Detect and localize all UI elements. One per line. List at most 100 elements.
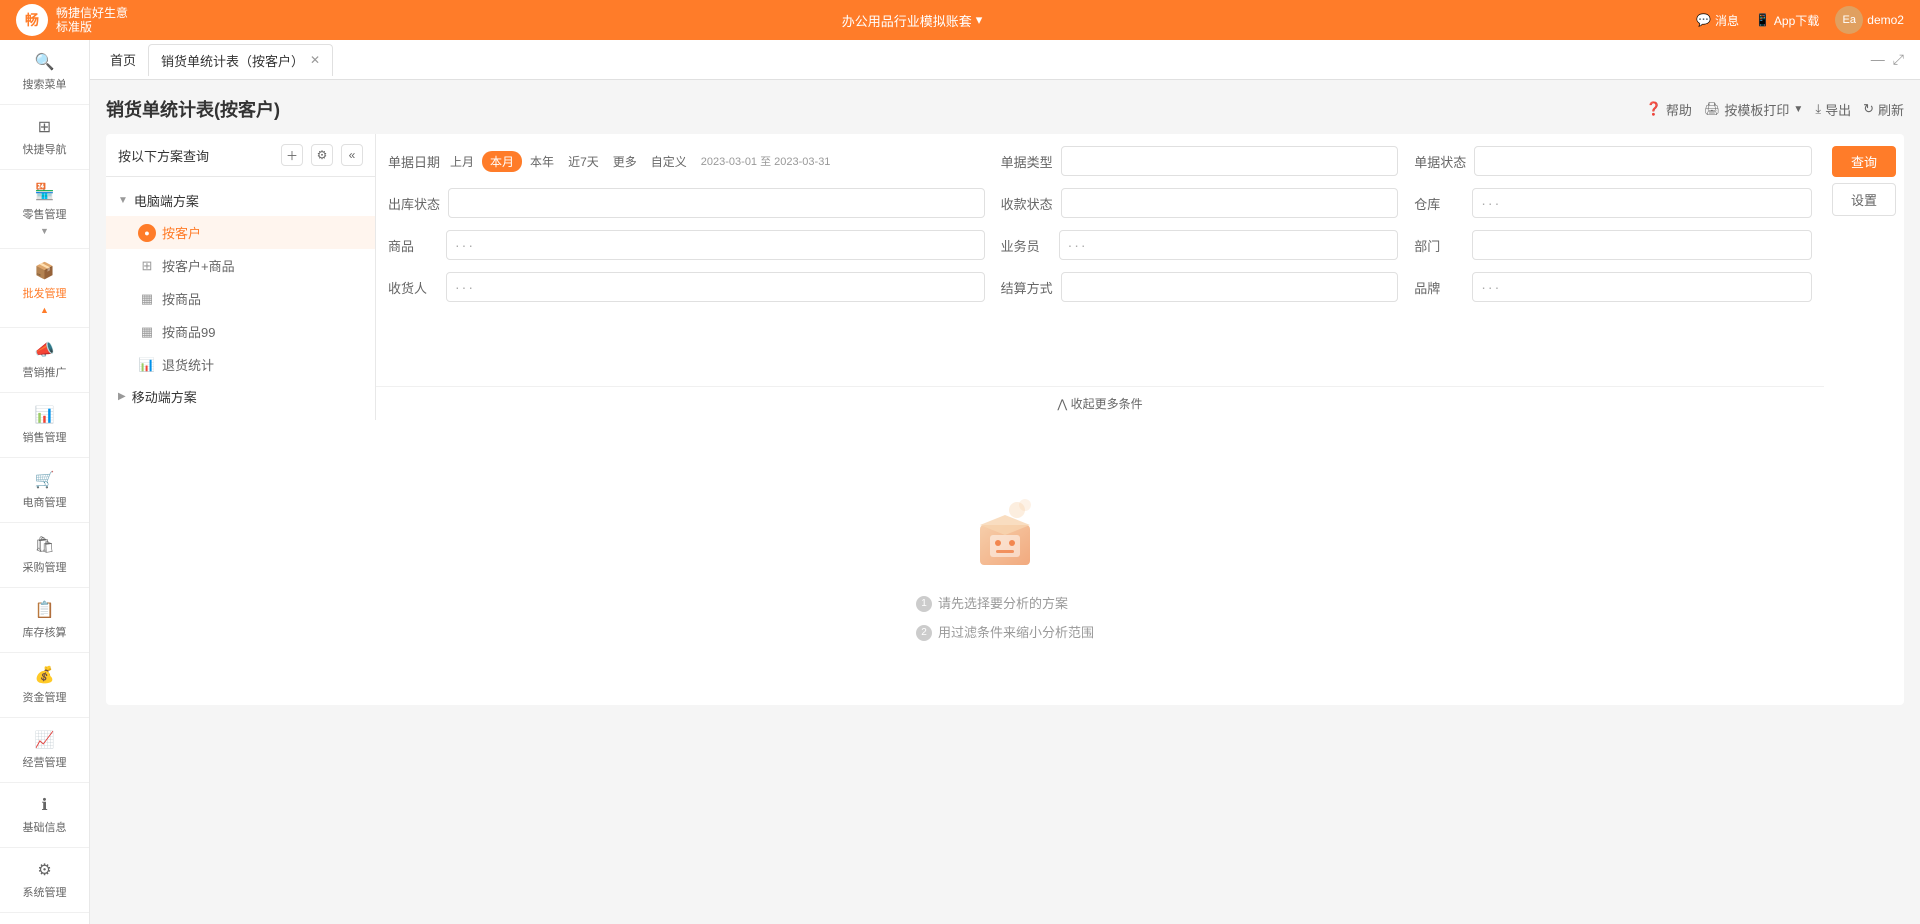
tip-number-1: 1 xyxy=(916,596,932,612)
chevron-down-icon: ▼ xyxy=(40,226,49,236)
tab-bar: 首页 销货单统计表（按客户） ✕ — ⤢ xyxy=(90,40,1920,80)
tree-item-return-stats[interactable]: 📊 退货统计 xyxy=(106,348,375,381)
date-opt-last-month[interactable]: 上月 xyxy=(444,151,480,172)
date-opt-this-month[interactable]: 本月 xyxy=(482,151,522,172)
sidebar-item-ecommerce[interactable]: 🛒 电商管理 xyxy=(0,458,89,523)
query-button[interactable]: 查询 xyxy=(1832,146,1896,177)
sidebar: 🔍 搜索菜单 ⊞ 快捷导航 🏪 零售管理 ▼ 📦 批发管理 ▲ 📣 营销推广 xyxy=(0,40,90,924)
recipient-label: 收货人 xyxy=(388,278,438,297)
sidebar-item-inventory[interactable]: 📋 库存核算 xyxy=(0,588,89,653)
tree-group-desktop[interactable]: ▼ 电脑端方案 xyxy=(106,185,375,216)
collapse-panel-button[interactable]: « xyxy=(341,144,363,166)
department-label: 部门 xyxy=(1414,236,1464,255)
tree-item-by-customer[interactable]: ● 按客户 xyxy=(106,216,375,249)
sidebar-item-operations[interactable]: 📈 经营管理 xyxy=(0,718,89,783)
collapse-more-button[interactable]: ⋀ 收起更多条件 xyxy=(376,386,1824,420)
help-icon: ❓ xyxy=(1646,101,1662,117)
chart-icon: 📊 xyxy=(138,356,156,374)
delivery-select[interactable] xyxy=(448,188,985,218)
system-icon: ⚙ xyxy=(37,860,51,880)
recipient-input[interactable]: ··· xyxy=(446,272,985,302)
print-icon: 🖨 xyxy=(1704,101,1721,117)
print-button[interactable]: 🖨 按模板打印 ▼ xyxy=(1704,100,1803,119)
department-select[interactable] xyxy=(1472,230,1812,260)
left-panel-title: 按以下方案查询 xyxy=(118,146,209,165)
refresh-icon: ↻ xyxy=(1863,101,1874,117)
basic-icon: ℹ xyxy=(41,795,47,815)
sales-icon: 📊 xyxy=(35,405,55,425)
date-opt-last7days[interactable]: 近7天 xyxy=(562,151,605,172)
sidebar-item-marketing[interactable]: 📣 营销推广 xyxy=(0,328,89,393)
brand-input[interactable]: ··· xyxy=(1472,272,1812,302)
brand-label: 品牌 xyxy=(1414,278,1464,297)
sidebar-item-basic[interactable]: ℹ 基础信息 xyxy=(0,783,89,848)
table-icon: ▦ xyxy=(138,290,156,308)
search-icon: 🔍 xyxy=(35,52,55,72)
collapse-icon: ⋀ xyxy=(1057,397,1067,411)
salesperson-input[interactable]: ··· xyxy=(1059,230,1399,260)
add-scheme-button[interactable]: ＋ xyxy=(281,144,303,166)
logo-icon: 畅 xyxy=(16,4,48,36)
date-opt-custom[interactable]: 自定义 xyxy=(645,151,693,172)
export-icon: ⤓ xyxy=(1815,101,1821,117)
sidebar-item-shortcut[interactable]: ⊞ 快捷导航 xyxy=(0,105,89,170)
logo-text: 畅捷信好生意 标准版 xyxy=(56,6,128,35)
refresh-button[interactable]: ↻ 刷新 xyxy=(1863,100,1904,119)
settings-button[interactable]: 设置 xyxy=(1832,183,1896,216)
wholesale-icon: 📦 xyxy=(35,261,55,281)
sidebar-item-system[interactable]: ⚙ 系统管理 xyxy=(0,848,89,913)
date-range-display: 2023-03-01 至 2023-03-31 xyxy=(701,153,831,169)
order-status-select[interactable] xyxy=(1474,146,1812,176)
app-download-button[interactable]: 📱 App下载 xyxy=(1755,12,1819,29)
sidebar-item-purchase[interactable]: 🛍 采购管理 xyxy=(0,523,89,588)
message-icon: 💬 xyxy=(1696,13,1711,27)
chevron-up-icon: ▲ xyxy=(40,305,49,315)
tip-number-2: 2 xyxy=(916,625,932,641)
sidebar-item-sales[interactable]: 📊 销售管理 xyxy=(0,393,89,458)
header-title: 办公用品行业模拟账套 ▾ xyxy=(842,11,983,30)
tree-item-by-goods[interactable]: ▦ 按商品 xyxy=(106,282,375,315)
sidebar-item-search[interactable]: 🔍 搜索菜单 xyxy=(0,40,89,105)
payment-select[interactable] xyxy=(1061,188,1399,218)
export-button[interactable]: ⤓ 导出 xyxy=(1815,100,1851,119)
tip-text-1: 请先选择要分析的方案 xyxy=(938,592,1068,615)
help-button[interactable]: ❓ 帮助 xyxy=(1646,100,1692,119)
print-dropdown-icon: ▼ xyxy=(1793,104,1803,115)
date-label: 单据日期 xyxy=(388,152,440,171)
settlement-label: 结算方式 xyxy=(1001,278,1053,297)
settings-scheme-button[interactable]: ⚙ xyxy=(311,144,333,166)
tree-item-by-customer-goods[interactable]: ⊞ 按客户+商品 xyxy=(106,249,375,282)
empty-illustration xyxy=(955,480,1055,580)
warehouse-input[interactable]: ··· xyxy=(1472,188,1812,218)
message-button[interactable]: 💬 消息 xyxy=(1696,12,1739,29)
tab-sales-stats[interactable]: 销货单统计表（按客户） ✕ xyxy=(148,44,333,76)
user-menu[interactable]: Ea demo2 xyxy=(1835,6,1904,34)
minimize-icon[interactable]: — xyxy=(1871,51,1885,68)
table2-icon: ▦ xyxy=(138,323,156,341)
finance-icon: 💰 xyxy=(35,665,55,685)
tree-group-mobile[interactable]: ▶ 移动端方案 xyxy=(106,381,375,412)
page-title: 销货单统计表(按客户) xyxy=(106,96,280,122)
date-opt-this-year[interactable]: 本年 xyxy=(524,151,560,172)
warehouse-label: 仓库 xyxy=(1414,194,1464,213)
tab-home[interactable]: 首页 xyxy=(98,44,148,76)
maximize-icon[interactable]: ⤢ xyxy=(1893,51,1904,68)
phone-icon: 📱 xyxy=(1755,13,1770,27)
date-opt-more[interactable]: 更多 xyxy=(607,151,643,172)
sidebar-item-enterprise[interactable]: 🤝 企业协同 xyxy=(0,913,89,924)
tree-item-by-goods99[interactable]: ▦ 按商品99 xyxy=(106,315,375,348)
salesperson-label: 业务员 xyxy=(1001,236,1051,255)
marketing-icon: 📣 xyxy=(35,340,55,360)
tip-text-2: 用过滤条件来缩小分析范围 xyxy=(938,621,1094,644)
date-options: 上月 本月 本年 近7天 更多 自定义 xyxy=(444,151,693,172)
settlement-select[interactable] xyxy=(1061,272,1399,302)
operations-icon: 📈 xyxy=(35,730,55,750)
order-type-select[interactable] xyxy=(1061,146,1399,176)
sidebar-item-retail[interactable]: 🏪 零售管理 ▼ xyxy=(0,170,89,249)
sidebar-item-wholesale[interactable]: 📦 批发管理 ▲ xyxy=(0,249,89,328)
sidebar-item-finance[interactable]: 💰 资金管理 xyxy=(0,653,89,718)
tab-close-icon[interactable]: ✕ xyxy=(310,53,320,67)
goods-input[interactable]: ··· xyxy=(446,230,985,260)
retail-icon: 🏪 xyxy=(35,182,55,202)
avatar: Ea xyxy=(1835,6,1863,34)
